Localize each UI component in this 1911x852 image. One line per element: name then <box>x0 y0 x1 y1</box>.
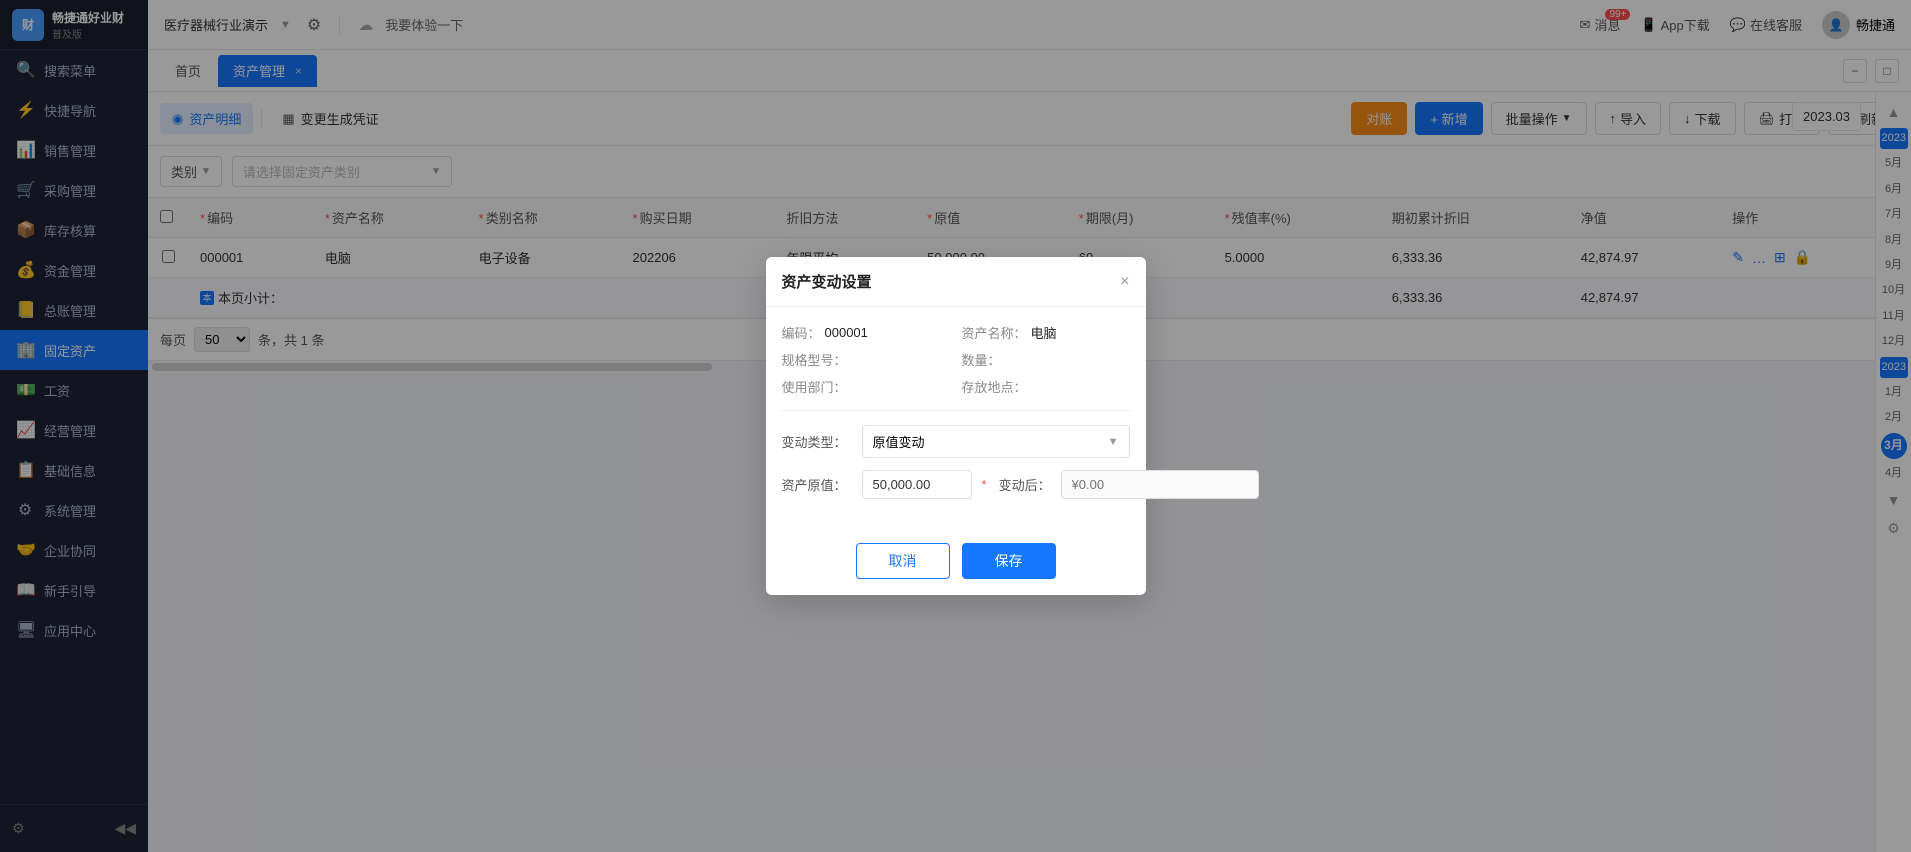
modal-footer: 取消 保存 <box>766 531 1146 595</box>
modal-overlay: 资产变动设置 × 编码： 000001 资产名称： 电脑 规格型号： 数量： <box>0 0 1911 852</box>
modal-quantity-label: 数量： <box>962 350 1001 369</box>
modal-orig-value-input[interactable] <box>862 470 972 499</box>
modal-code-label: 编码： <box>782 323 821 342</box>
modal-dept-label: 使用部门： <box>782 377 847 396</box>
modal-after-req: * <box>982 477 987 492</box>
modal-change-type-value: 原值变动 <box>873 432 925 451</box>
modal-spec-label: 规格型号： <box>782 350 847 369</box>
modal-value-row: 资产原值： * 变动后： <box>782 470 1130 499</box>
modal-name-value: 电脑 <box>1031 323 1057 342</box>
modal-code-item: 编码： 000001 <box>782 323 950 342</box>
save-button[interactable]: 保存 <box>962 543 1056 579</box>
modal-dept-item: 使用部门： <box>782 377 950 396</box>
modal-quantity-item: 数量： <box>962 350 1130 369</box>
modal-close-icon[interactable]: × <box>1120 273 1129 291</box>
modal-change-type-row: 变动类型： 原值变动 ▼ <box>782 425 1130 458</box>
modal-after-input[interactable] <box>1061 470 1259 499</box>
modal-after-label: 变动后： <box>999 475 1051 494</box>
cancel-button[interactable]: 取消 <box>856 543 950 579</box>
modal-orig-value-label: 资产原值： <box>782 475 852 494</box>
modal-code-value: 000001 <box>825 325 868 340</box>
modal-title: 资产变动设置 <box>782 271 872 292</box>
modal-location-label: 存放地点： <box>962 377 1027 396</box>
modal-location-item: 存放地点： <box>962 377 1130 396</box>
modal-info-grid: 编码： 000001 资产名称： 电脑 规格型号： 数量： 使用部门： <box>782 323 1130 396</box>
modal-header: 资产变动设置 × <box>766 257 1146 307</box>
modal-select-chevron-icon: ▼ <box>1108 436 1119 448</box>
modal-name-label: 资产名称： <box>962 323 1027 342</box>
modal-name-item: 资产名称： 电脑 <box>962 323 1130 342</box>
modal-body: 编码： 000001 资产名称： 电脑 规格型号： 数量： 使用部门： <box>766 307 1146 531</box>
modal-change-type-label: 变动类型： <box>782 432 852 451</box>
modal-spec-item: 规格型号： <box>782 350 950 369</box>
modal-change-type-select[interactable]: 原值变动 ▼ <box>862 425 1130 458</box>
asset-change-modal: 资产变动设置 × 编码： 000001 资产名称： 电脑 规格型号： 数量： <box>766 257 1146 595</box>
modal-divider <box>782 410 1130 411</box>
